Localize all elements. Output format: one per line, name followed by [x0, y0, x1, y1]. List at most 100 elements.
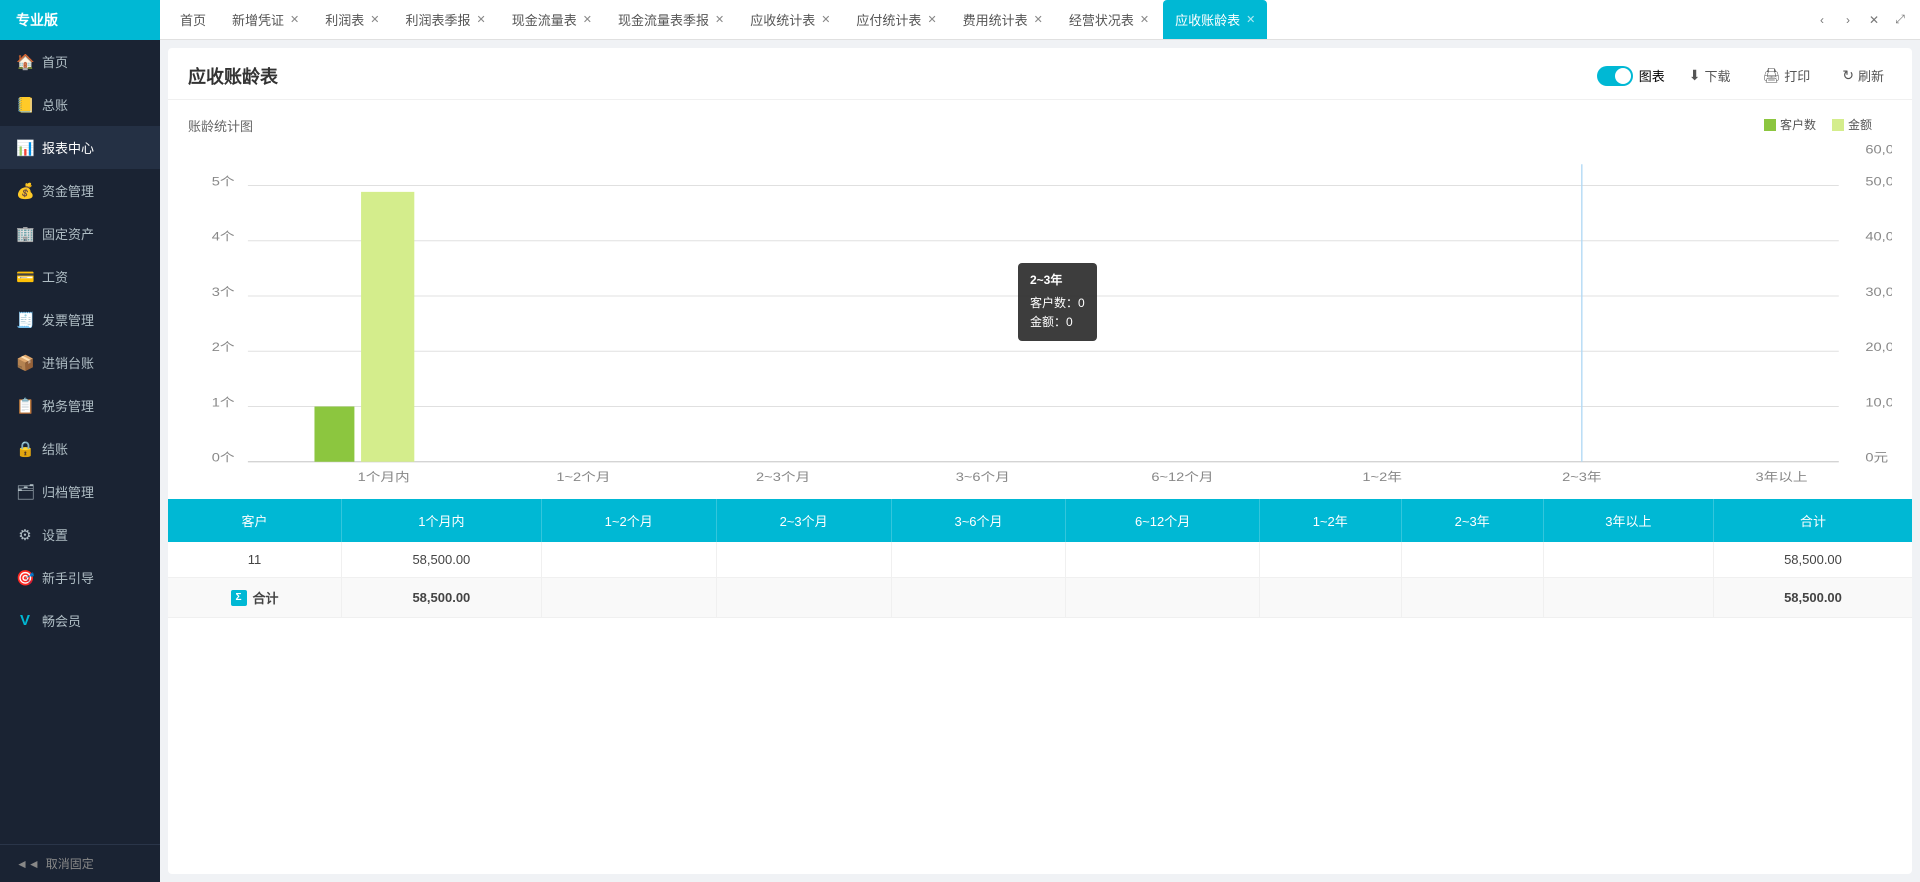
total-2-3year: [1401, 578, 1543, 618]
tax-icon: 📋: [16, 397, 34, 415]
total-2-3month: [716, 578, 891, 618]
total-3year-plus: [1543, 578, 1713, 618]
tab-label: 利润表: [325, 10, 364, 29]
tab-scroll-left-btn[interactable]: ‹: [1810, 8, 1834, 32]
col-1month: 1个月内: [342, 499, 542, 542]
tab-cashflow-quarterly[interactable]: 现金流量表季报 ✕: [606, 0, 736, 39]
tab-maximize-btn[interactable]: ⤢: [1888, 8, 1912, 32]
tab-close-icon[interactable]: ✕: [583, 13, 592, 26]
svg-text:50,000.00元: 50,000.00元: [1865, 175, 1892, 188]
sidebar-item-salary[interactable]: 💳 工资: [0, 255, 160, 298]
sidebar-item-fund[interactable]: 💰 资金管理: [0, 169, 160, 212]
tab-close-icon[interactable]: ✕: [1246, 13, 1255, 26]
close-account-icon: 🔒: [16, 440, 34, 458]
svg-text:3~6个月: 3~6个月: [956, 470, 1010, 483]
chart-toggle[interactable]: 图表: [1597, 66, 1665, 86]
sidebar-item-invoice[interactable]: 🧾 发票管理: [0, 298, 160, 341]
sidebar-item-label: 首页: [42, 52, 68, 71]
tab-label: 费用统计表: [963, 10, 1028, 29]
sidebar-item-label: 工资: [42, 267, 68, 286]
table-area: 客户 1个月内 1~2个月 2~3个月 3~6个月 6~12个月 1~2年 2~…: [168, 499, 1912, 874]
total-1month: 58,500.00: [342, 578, 542, 618]
sidebar-item-home[interactable]: 🏠 首页: [0, 40, 160, 83]
refresh-button[interactable]: ↻ 刷新: [1834, 62, 1892, 89]
svg-text:0元: 0元: [1865, 451, 1888, 464]
page-title: 应收账龄表: [188, 63, 278, 89]
tab-new-voucher[interactable]: 新增凭证 ✕: [220, 0, 311, 39]
total-icon: Σ: [231, 590, 247, 606]
content-area: 应收账龄表 图表 ⬇ 下载 🖨 打印 ↻ 刷新: [168, 48, 1912, 874]
tab-close-icon[interactable]: ✕: [927, 13, 936, 26]
sidebar-item-settings[interactable]: ⚙ 设置: [0, 513, 160, 556]
cell-3year-plus: [1543, 542, 1713, 578]
total-label-cell: Σ 合计: [168, 578, 342, 618]
tab-close-icon[interactable]: ✕: [821, 13, 830, 26]
toggle-button[interactable]: [1597, 66, 1633, 86]
tab-ap-stats[interactable]: 应付统计表 ✕: [844, 0, 948, 39]
sidebar-item-label: 设置: [42, 525, 68, 544]
col-6-12month: 6~12个月: [1066, 499, 1259, 542]
tab-ar-aging[interactable]: 应收账龄表 ✕: [1163, 0, 1267, 39]
tab-home-label: 首页: [180, 10, 206, 29]
cell-6-12month: [1066, 542, 1259, 578]
svg-text:1~2个月: 1~2个月: [556, 470, 610, 483]
sidebar-item-tax[interactable]: 📋 税务管理: [0, 384, 160, 427]
table-row: 11 58,500.00 58,500.00: [168, 542, 1912, 578]
cell-1-2month: [541, 542, 716, 578]
sidebar-item-archive[interactable]: 🗂 归档管理: [0, 470, 160, 513]
refresh-label: 刷新: [1858, 66, 1884, 85]
sidebar-item-label: 发票管理: [42, 310, 94, 329]
print-icon: 🖨: [1762, 67, 1780, 84]
tab-close-icon[interactable]: ✕: [477, 13, 486, 26]
print-button[interactable]: 🖨 打印: [1754, 62, 1818, 89]
svg-text:0个: 0个: [212, 451, 235, 464]
sidebar-item-guide[interactable]: 🎯 新手引导: [0, 556, 160, 599]
print-label: 打印: [1784, 66, 1810, 85]
tab-profit-quarterly[interactable]: 利润表季报 ✕: [393, 0, 497, 39]
tab-home[interactable]: 首页: [168, 0, 218, 39]
svg-text:4个: 4个: [212, 230, 235, 243]
tab-scroll-right-btn[interactable]: ›: [1836, 8, 1860, 32]
cell-2-3month: [716, 542, 891, 578]
tab-profit[interactable]: 利润表 ✕: [313, 0, 391, 39]
sidebar-item-label: 税务管理: [42, 396, 94, 415]
sidebar-pin-toggle[interactable]: ◄◄ 取消固定: [0, 844, 160, 882]
sidebar-item-ledger[interactable]: 📒 总账: [0, 83, 160, 126]
tab-label: 应付统计表: [856, 10, 921, 29]
archive-icon: 🗂: [16, 483, 34, 501]
sidebar-item-label: 新手引导: [42, 568, 94, 587]
tab-close-icon[interactable]: ✕: [370, 13, 379, 26]
tab-label: 现金流量表季报: [618, 10, 709, 29]
page-header: 应收账龄表 图表 ⬇ 下载 🖨 打印 ↻ 刷新: [168, 48, 1912, 100]
sidebar-item-close[interactable]: 🔒 结账: [0, 427, 160, 470]
settings-icon: ⚙: [16, 526, 34, 544]
tab-close-icon[interactable]: ✕: [290, 13, 299, 26]
legend-customer-label: 客户数: [1780, 116, 1816, 133]
sidebar: 专业版 🏠 首页 📒 总账 📊 报表中心 💰 资金管理 🏢 固定资产 💳 工资 …: [0, 0, 160, 882]
sidebar-item-asset[interactable]: 🏢 固定资产: [0, 212, 160, 255]
tab-close-all-btn[interactable]: ✕: [1862, 8, 1886, 32]
tab-label: 现金流量表: [512, 10, 577, 29]
tab-operations[interactable]: 经营状况表 ✕: [1057, 0, 1161, 39]
sidebar-item-vip[interactable]: V 畅会员: [0, 599, 160, 642]
legend-amount-label: 金额: [1848, 116, 1872, 133]
guide-icon: 🎯: [16, 569, 34, 587]
tab-label: 利润表季报: [405, 10, 470, 29]
sidebar-item-purchase[interactable]: 📦 进销台账: [0, 341, 160, 384]
col-3year-plus: 3年以上: [1543, 499, 1713, 542]
tab-close-icon[interactable]: ✕: [715, 13, 724, 26]
svg-text:5个: 5个: [212, 175, 235, 188]
sidebar-bottom-label: 取消固定: [46, 855, 94, 872]
svg-text:2个: 2个: [212, 341, 235, 354]
sidebar-item-report[interactable]: 📊 报表中心: [0, 126, 160, 169]
tab-ar-stats[interactable]: 应收统计表 ✕: [738, 0, 842, 39]
tab-cashflow[interactable]: 现金流量表 ✕: [500, 0, 604, 39]
tab-close-icon[interactable]: ✕: [1140, 13, 1149, 26]
total-amount: 58,500.00: [1713, 578, 1912, 618]
tab-expense[interactable]: 费用统计表 ✕: [951, 0, 1055, 39]
tab-close-icon[interactable]: ✕: [1034, 13, 1043, 26]
download-label: 下载: [1704, 66, 1730, 85]
total-label-text: 合计: [253, 588, 279, 607]
download-icon: ⬇: [1689, 67, 1701, 84]
download-button[interactable]: ⬇ 下载: [1681, 62, 1739, 89]
